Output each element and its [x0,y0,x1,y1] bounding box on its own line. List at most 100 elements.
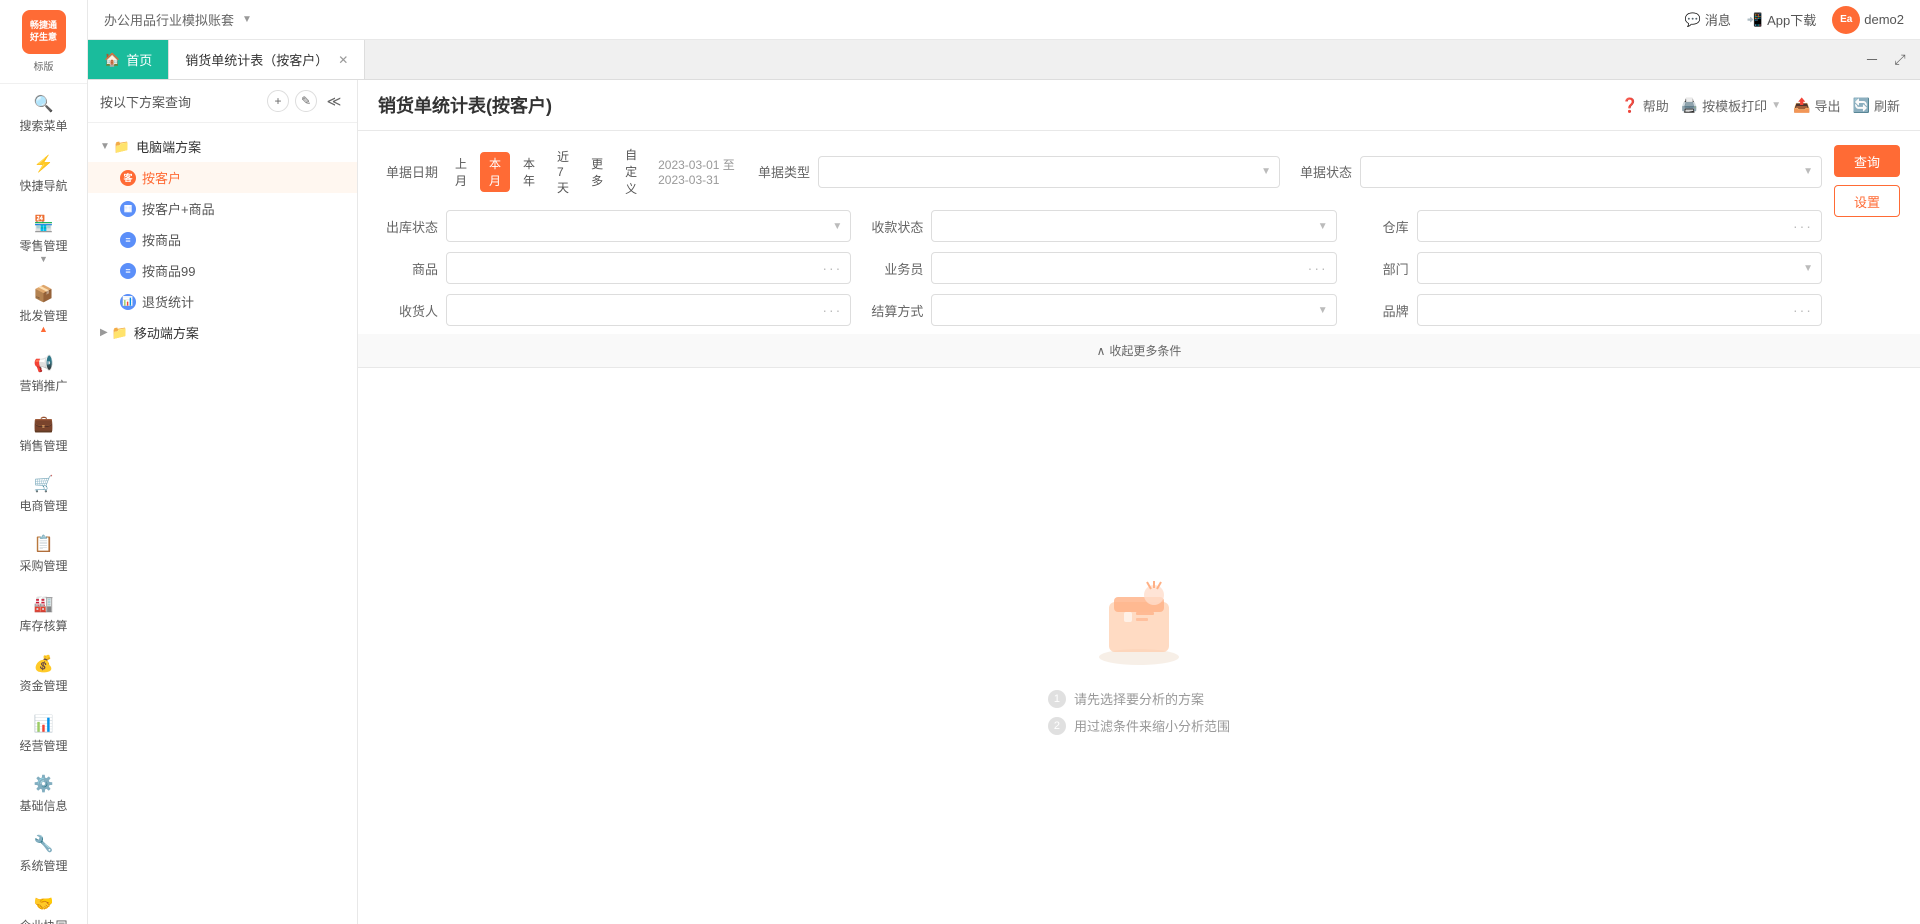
tree-section-mobile-label: 移动端方案 [134,323,199,342]
tree-item-by-customer-product[interactable]: ▦ 按客户+商品 [88,193,357,224]
tab-sales-stat[interactable]: 销货单统计表（按客户） ✕ [169,40,365,79]
empty-hint-2-text: 用过滤条件来缩小分析范围 [1074,716,1230,735]
tree-section-desktop-header[interactable]: ▼ 📁 电脑端方案 [88,131,357,162]
panel-add-button[interactable]: + [267,90,289,112]
sidebar-item-marketing-label: 营销推广 [19,377,67,394]
date-pill-last-month[interactable]: 上月 [446,152,476,192]
sidebar-item-procurement[interactable]: 📋 采购管理 [0,524,87,584]
product-group: 商品 ··· [378,252,851,284]
tab-sales-stat-label: 销货单统计表（按客户） [185,50,328,69]
page-title: 销货单统计表(按客户) [378,92,552,130]
tab-close-icon[interactable]: ✕ [338,53,348,67]
query-button[interactable]: 查询 [1834,145,1900,177]
receiver-field[interactable]: ··· [446,294,851,326]
retail-icon: 🏪 [34,214,54,234]
sidebar-item-wholesale[interactable]: 📦 批发管理 ▲ [0,274,87,344]
tree-item-by-product-icon: ≡ [120,232,136,248]
user-name: demo2 [1864,12,1904,27]
date-pill-this-month[interactable]: 本月 [480,152,510,192]
sidebar-item-basic[interactable]: ⚙️ 基础信息 [0,764,87,824]
dept-field[interactable]: ▼ [1417,252,1822,284]
doc-status-group: 单据状态 ▼ [1292,156,1822,188]
doc-type-field[interactable]: ▼ [818,156,1280,188]
sidebar-item-shortcuts[interactable]: ⚡ 快捷导航 [0,144,87,204]
sidebar-item-sales[interactable]: 💼 销售管理 [0,404,87,464]
sidebar-item-operations[interactable]: 📊 经营管理 [0,704,87,764]
sidebar-item-system[interactable]: 🔧 系统管理 [0,824,87,884]
header-right: 💬 消息 📲 App下载 Ea demo2 [1685,6,1904,34]
date-filter-group: 单据日期 上月 本月 本年 近7天 更多 自定义 2023-03-01 至 20… [378,143,738,200]
sidebar-item-inventory[interactable]: 🏭 库存核算 [0,584,87,644]
sidebar-item-sales-label: 销售管理 [19,437,67,454]
tree-section-mobile: ▶ 📁 移动端方案 [88,317,357,348]
tree-item-by-product[interactable]: ≡ 按商品 [88,224,357,255]
filter-main-area: 单据日期 上月 本月 本年 近7天 更多 自定义 2023-03-01 至 20… [378,143,1822,326]
wholesale-icon: 📦 [34,284,54,304]
ship-status-field[interactable]: ▼ [446,210,851,242]
payment-status-field[interactable]: ▼ [931,210,1336,242]
sidebar-item-enterprise[interactable]: 🤝 企业协同 [0,884,87,924]
operations-icon: 📊 [34,714,54,734]
sidebar: 畅捷通好生意 标版 🔍 搜索菜单 ⚡ 快捷导航 🏪 零售管理 ▼ 📦 批发管理 … [0,0,88,924]
tree-item-by-product-99[interactable]: ≡ 按商品99 [88,255,357,286]
date-label: 单据日期 [378,162,438,181]
tab-controls: － ⤢ [1852,40,1920,79]
settings-button[interactable]: 设置 [1834,185,1900,217]
sidebar-item-retail[interactable]: 🏪 零售管理 ▼ [0,204,87,274]
date-pill-custom[interactable]: 自定义 [616,143,646,200]
warehouse-label: 仓库 [1349,217,1409,236]
brand-field[interactable]: ··· [1417,294,1822,326]
brand-label: 品牌 [1349,301,1409,320]
sidebar-item-search-label: 搜索菜单 [19,117,67,134]
staff-group: 业务员 ··· [863,252,1336,284]
sidebar-item-marketing[interactable]: 📢 营销推广 [0,344,87,404]
sidebar-item-enterprise-label: 企业协同 [19,917,67,924]
hint-num-1: 1 [1048,690,1066,708]
warehouse-field[interactable]: ··· [1417,210,1822,242]
hint-num-2: 2 [1048,717,1066,735]
ship-status-arrow-icon: ▼ [832,221,842,232]
breadcrumb-dropdown-icon[interactable]: ▼ [242,14,252,25]
tree-item-by-customer[interactable]: 客 按客户 [88,162,357,193]
ship-status-label: 出库状态 [378,217,438,236]
date-pill-this-year[interactable]: 本年 [514,152,544,192]
collapse-label: 收起更多条件 [1109,342,1181,359]
date-pill-last-7-days[interactable]: 近7天 [548,145,578,199]
settlement-field[interactable]: ▼ [931,294,1336,326]
app-download-button[interactable]: 📲 App下载 [1747,10,1816,29]
filter-row-2: 出库状态 ▼ 收款状态 ▼ [378,210,1822,242]
print-action[interactable]: 🖨️ 按模板打印 ▼ [1681,96,1781,115]
tree-item-return-stat[interactable]: 📊 退货统计 [88,286,357,317]
tab-home[interactable]: 🏠 首页 [88,40,169,79]
collapse-bar[interactable]: ∧ 收起更多条件 [358,334,1920,367]
doc-status-field[interactable]: ▼ [1360,156,1822,188]
tab-maximize-button[interactable]: ⤢ [1888,48,1912,72]
tree-folder-icon: 📁 [114,139,130,155]
date-pill-more[interactable]: 更多 [582,152,612,192]
ecommerce-icon: 🛒 [34,474,54,494]
user-menu-button[interactable]: Ea demo2 [1832,6,1904,34]
tab-minimize-button[interactable]: － [1860,48,1884,72]
panel-edit-button[interactable]: ✎ [295,90,317,112]
payment-status-arrow-icon: ▼ [1318,221,1328,232]
product-field[interactable]: ··· [446,252,851,284]
refresh-action[interactable]: 🔄 刷新 [1853,96,1900,115]
sidebar-item-inventory-label: 库存核算 [19,617,67,634]
sidebar-item-ecommerce[interactable]: 🛒 电商管理 [0,464,87,524]
filter-action-buttons: 查询 设置 [1834,143,1900,217]
sidebar-item-search[interactable]: 🔍 搜索菜单 [0,84,87,144]
receiver-label: 收货人 [378,301,438,320]
sidebar-item-finance[interactable]: 💰 资金管理 [0,644,87,704]
tree-folder-mobile-icon: 📁 [112,325,128,341]
staff-field[interactable]: ··· [931,252,1336,284]
export-action[interactable]: 📤 导出 [1793,96,1840,115]
help-action[interactable]: ❓ 帮助 [1621,96,1668,115]
page-header: 销货单统计表(按客户) ❓ 帮助 🖨️ 按模板打印 ▼ 📤 导出 [358,80,1920,131]
tree-section-mobile-header[interactable]: ▶ 📁 移动端方案 [88,317,357,348]
brand-group: 品牌 ··· [1349,294,1822,326]
panel-collapse-button[interactable]: ≪ [323,90,345,112]
dept-group: 部门 ▼ [1349,252,1822,284]
messages-button[interactable]: 💬 消息 [1685,10,1731,29]
date-range-text: 2023-03-01 至 2023-03-31 [658,156,738,187]
top-header: 办公用品行业模拟账套 ▼ 💬 消息 📲 App下载 Ea demo2 [88,0,1920,40]
